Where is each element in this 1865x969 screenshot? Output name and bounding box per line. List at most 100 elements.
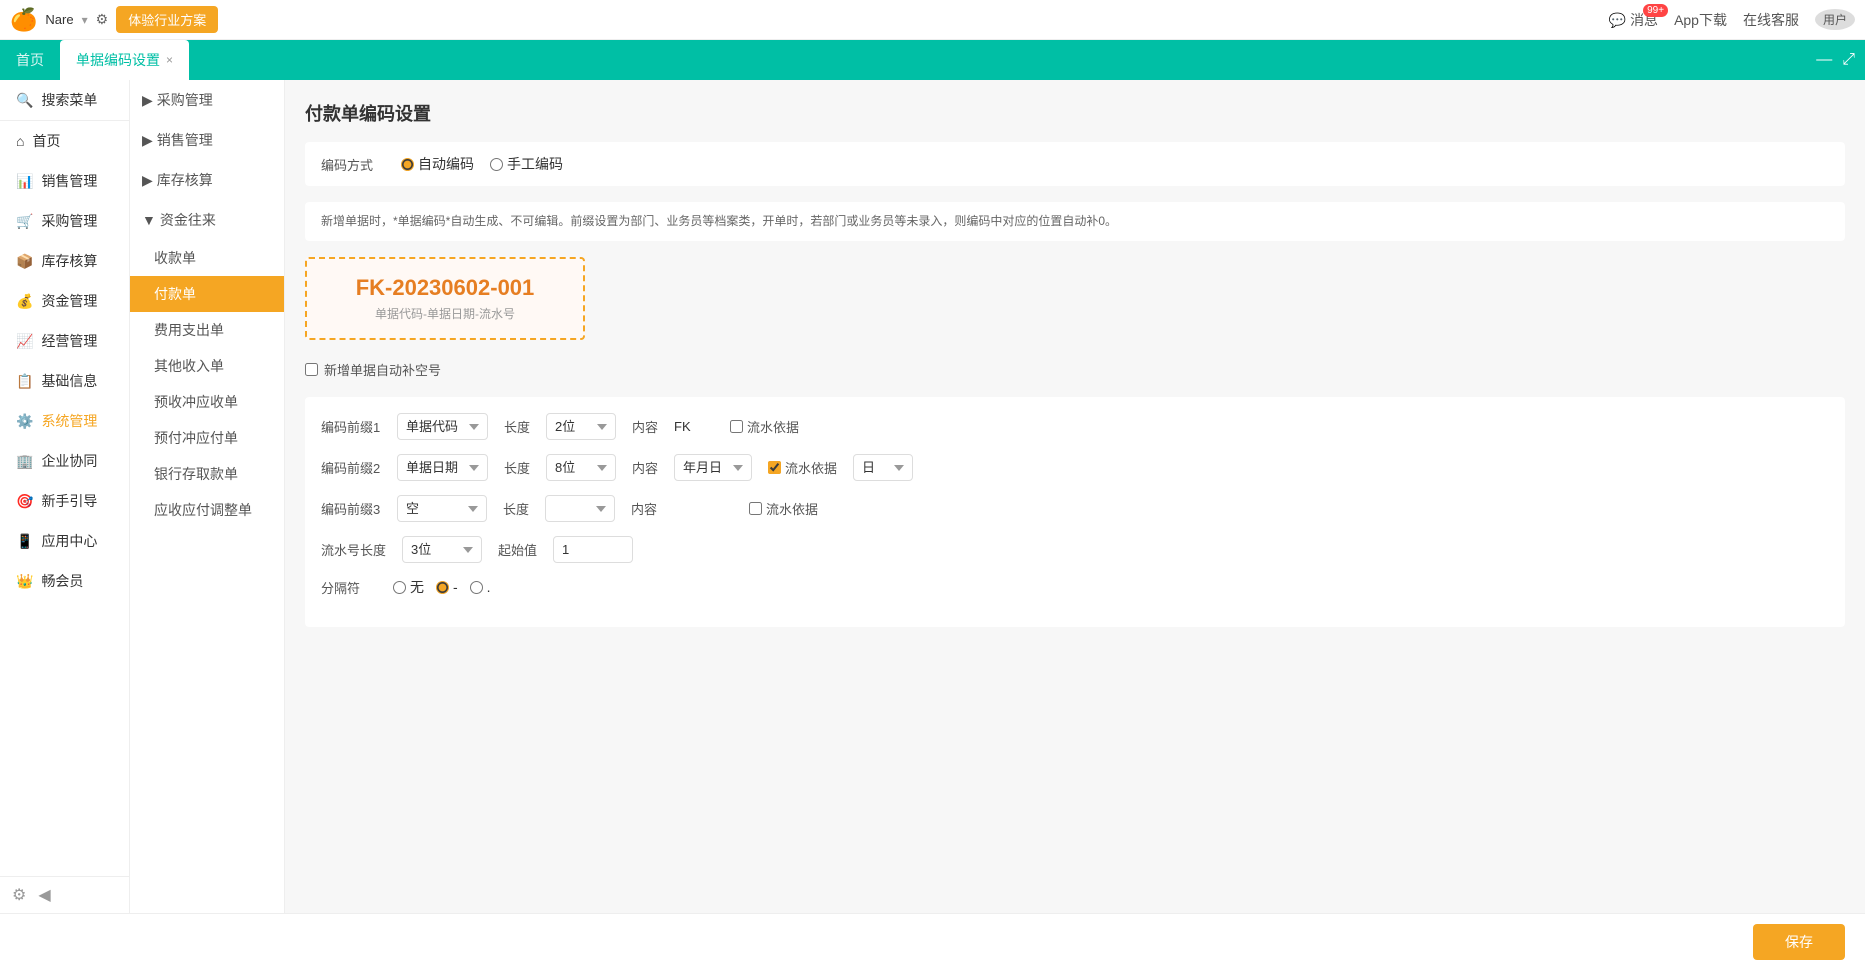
code-example-main: FK-20230602-001	[327, 275, 563, 301]
purchase-icon: 🛒	[16, 213, 33, 230]
bottom-bar: 保存	[0, 913, 1865, 969]
prefix2-unit-select[interactable]: 日	[853, 454, 913, 481]
sec-item-expense[interactable]: 费用支出单	[130, 312, 284, 348]
serial-start-input[interactable]	[553, 536, 633, 563]
sec-item-payment[interactable]: 付款单	[130, 276, 284, 312]
sec-item-advance-receipt[interactable]: 预收冲应收单	[130, 384, 284, 420]
sep-dash-option[interactable]: -	[436, 579, 458, 595]
sidebar-item-inventory[interactable]: 📦 库存核算	[0, 241, 129, 281]
code-example-box: FK-20230602-001 单据代码-单据日期-流水号	[305, 257, 585, 340]
sec-item-receipt[interactable]: 收款单	[130, 240, 284, 276]
prefix3-length-select[interactable]	[545, 495, 615, 522]
prefix1-select[interactable]: 单据代码	[397, 413, 488, 440]
sec-group-finance[interactable]: ▼ 资金往来	[130, 200, 284, 240]
sec-item-adjustment[interactable]: 应收应付调整单	[130, 492, 284, 528]
prefix1-row: 编码前缀1 单据代码 长度 2位 内容 FK 流水依据	[321, 413, 1829, 440]
sec-item-other-income[interactable]: 其他收入单	[130, 348, 284, 384]
sidebar-item-operations[interactable]: 📈 经营管理	[0, 321, 129, 361]
sec-group-inventory[interactable]: ▶ 库存核算	[130, 160, 284, 200]
sidebar-purchase-label: 采购管理	[41, 211, 97, 231]
encoding-manual-option[interactable]: 手工编码	[490, 154, 563, 174]
finance-icon: 💰	[16, 293, 33, 310]
serial-length-select[interactable]: 3位	[402, 536, 482, 563]
sep-dot-radio[interactable]	[470, 581, 483, 594]
settings-bottom-icon[interactable]: ⚙	[12, 885, 26, 905]
company-logo: 🍊	[10, 7, 37, 33]
sec-payment-label: 付款单	[154, 286, 196, 302]
tab-home[interactable]: 首页	[0, 40, 60, 80]
tab-encoding-settings[interactable]: 单据编码设置 ×	[60, 40, 189, 80]
minimize-icon[interactable]: —	[1816, 51, 1832, 69]
sidebar-item-sales[interactable]: 📊 销售管理	[0, 161, 129, 201]
sep-dot-label: .	[487, 579, 491, 595]
prefix1-serial-checkbox[interactable]	[730, 420, 743, 433]
prefix2-content-select[interactable]: 年月日	[674, 454, 752, 481]
prefix1-length-select[interactable]: 2位	[546, 413, 616, 440]
encoding-method-label: 编码方式	[321, 155, 373, 174]
prefix3-select[interactable]: 空	[397, 495, 487, 522]
sidebar-item-member[interactable]: 👑 畅会员	[0, 561, 129, 601]
prefix2-select[interactable]: 单据日期	[397, 454, 488, 481]
sidebar-item-finance[interactable]: 💰 资金管理	[0, 281, 129, 321]
message-wrap[interactable]: 💬 消息 99+	[1609, 10, 1658, 30]
main-layout: 🔍 搜索菜单 ⌂ 首页 📊 销售管理 🛒 采购管理 📦 库存核算 💰 资金管理 …	[0, 80, 1865, 913]
prefix3-serial-wrap: 流水依据	[749, 499, 818, 518]
sidebar-bottom: ⚙ ◀	[0, 876, 129, 913]
encoding-method-row: 编码方式 自动编码 手工编码	[305, 142, 1845, 186]
sidebar-item-home[interactable]: ⌂ 首页	[0, 121, 129, 161]
sidebar-item-basic[interactable]: 📋 基础信息	[0, 361, 129, 401]
sec-advance-receipt-label: 预收冲应收单	[154, 394, 238, 410]
encoding-auto-option[interactable]: 自动编码	[401, 154, 474, 174]
top-bar-left: 🍊 Nare ▾ ⚙ 体验行业方案	[10, 6, 1609, 33]
sidebar-item-appcenter[interactable]: 📱 应用中心	[0, 521, 129, 561]
user-avatar[interactable]: 用户	[1815, 9, 1855, 30]
prefix1-serial-wrap: 流水依据	[730, 417, 799, 436]
sep-none-option[interactable]: 无	[393, 577, 424, 597]
sec-sales-label: 销售管理	[157, 130, 213, 150]
save-button[interactable]: 保存	[1753, 924, 1845, 960]
sec-finance-label: 资金往来	[160, 210, 216, 230]
encoding-auto-radio[interactable]	[401, 158, 414, 171]
settings-icon[interactable]: ⚙	[96, 11, 109, 28]
app-download[interactable]: App下载	[1674, 10, 1727, 30]
sep-none-radio[interactable]	[393, 581, 406, 594]
sec-purchase-arrow: ▶	[142, 92, 153, 109]
prefix2-serial-checkbox[interactable]	[768, 461, 781, 474]
top-bar-right: 💬 消息 99+ App下载 在线客服 用户	[1609, 9, 1855, 30]
encoding-manual-radio[interactable]	[490, 158, 503, 171]
prefix3-row: 编码前缀3 空 长度 内容 流水依据	[321, 495, 1829, 522]
online-service[interactable]: 在线客服	[1743, 10, 1799, 30]
sep-dash-radio[interactable]	[436, 581, 449, 594]
sales-icon: 📊	[16, 173, 33, 190]
sidebar-item-enterprise[interactable]: 🏢 企业协同	[0, 441, 129, 481]
sidebar-item-system[interactable]: ⚙️ 系统管理	[0, 401, 129, 441]
sec-group-purchase[interactable]: ▶ 采购管理	[130, 80, 284, 120]
trial-button[interactable]: 体验行业方案	[116, 6, 218, 33]
tab-home-label: 首页	[16, 50, 44, 70]
auto-fill-checkbox[interactable]	[305, 363, 318, 376]
message-badge: 99+	[1643, 4, 1668, 17]
sec-purchase-label: 采购管理	[157, 90, 213, 110]
sec-item-bank[interactable]: 银行存取款单	[130, 456, 284, 492]
company-dropdown-icon[interactable]: ▾	[82, 13, 88, 27]
maximize-icon[interactable]: ⤢	[1842, 51, 1855, 69]
tab-close-icon[interactable]: ×	[166, 53, 173, 67]
sidebar-item-purchase[interactable]: 🛒 采购管理	[0, 201, 129, 241]
form-section: 编码前缀1 单据代码 长度 2位 内容 FK 流水依据 编码前缀2	[305, 397, 1845, 627]
sec-item-advance-payment[interactable]: 预付冲应付单	[130, 420, 284, 456]
prefix2-length-select[interactable]: 8位	[546, 454, 616, 481]
sec-bank-label: 银行存取款单	[154, 466, 238, 482]
tab-encoding-label: 单据编码设置	[76, 50, 160, 70]
sep-dot-option[interactable]: .	[470, 579, 491, 595]
prefix2-length-label: 长度	[504, 458, 530, 477]
enterprise-icon: 🏢	[16, 453, 33, 470]
sidebar-item-newguide[interactable]: 🎯 新手引导	[0, 481, 129, 521]
collapse-icon[interactable]: ◀	[38, 885, 50, 905]
search-menu[interactable]: 🔍 搜索菜单	[0, 80, 129, 121]
encoding-auto-label: 自动编码	[418, 154, 474, 174]
content-area: 付款单编码设置 编码方式 自动编码 手工编码 新增单据时，*单据编码*自动生成、…	[285, 80, 1865, 913]
auto-fill-label: 新增单据自动补空号	[324, 360, 441, 379]
sec-other-income-label: 其他收入单	[154, 358, 224, 374]
prefix3-serial-checkbox[interactable]	[749, 502, 762, 515]
sec-group-sales[interactable]: ▶ 销售管理	[130, 120, 284, 160]
